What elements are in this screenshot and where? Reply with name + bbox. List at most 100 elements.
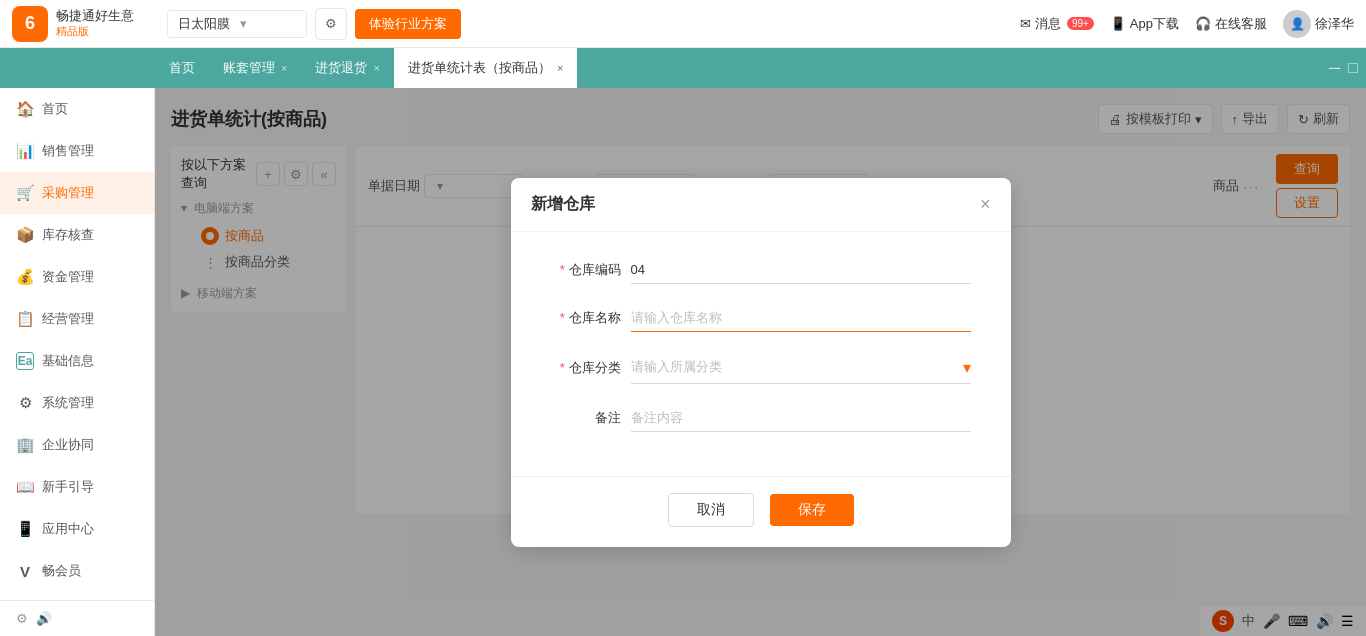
sidebar-item-app-center[interactable]: 📱 应用中心 <box>0 508 154 550</box>
tab-bar: 首页 账套管理 × 进货退货 × 进货单统计表（按商品） × ─ □ <box>0 48 1366 88</box>
name-required-star: * <box>560 310 565 325</box>
sidebar: 🏠 首页 📊 销售管理 🛒 采购管理 📦 库存核查 💰 资金管理 📋 经营管理 … <box>0 88 155 636</box>
logo-line2: 精品版 <box>56 24 134 39</box>
cancel-button[interactable]: 取消 <box>668 493 754 527</box>
logo-icon: 6 <box>12 6 48 42</box>
sidebar-purchase-label: 采购管理 <box>42 184 94 202</box>
sidebar-operations-label: 经营管理 <box>42 310 94 328</box>
sidebar-item-finance[interactable]: 💰 资金管理 <box>0 256 154 298</box>
tab-minimize-icon[interactable]: ─ <box>1329 59 1340 77</box>
form-row-category: * 仓库分类 请输入所属分类 ▾ <box>551 352 971 384</box>
modal-title: 新增仓库 <box>531 194 595 215</box>
form-row-code: * 仓库编码 <box>551 256 971 284</box>
modal-close-button[interactable]: × <box>980 194 991 215</box>
message-badge: 99+ <box>1067 17 1094 30</box>
sidebar-item-inventory[interactable]: 📦 库存核查 <box>0 214 154 256</box>
tab-purchase-stats[interactable]: 进货单统计表（按商品） × <box>394 48 577 88</box>
sidebar-bottom: ⚙ 🔊 <box>0 600 154 636</box>
header-right: ✉ 消息 99+ 📱 App下载 🎧 在线客服 👤 徐泽华 <box>1020 10 1354 38</box>
sidebar-inventory-label: 库存核查 <box>42 226 94 244</box>
logo-area: 6 畅捷通好生意 精品版 <box>12 6 167 42</box>
modal-overlay[interactable]: 新增仓库 × * 仓库编码 * <box>155 88 1366 636</box>
form-row-note: 备注 <box>551 404 971 432</box>
tab-purchase-return-label: 进货退货 <box>315 59 367 77</box>
save-button[interactable]: 保存 <box>770 494 854 526</box>
sidebar-sales-label: 销售管理 <box>42 142 94 160</box>
modal-header: 新增仓库 × <box>511 178 1011 232</box>
app-download-button[interactable]: 📱 App下载 <box>1110 15 1179 33</box>
tab-expand-icon[interactable]: □ <box>1348 59 1358 77</box>
sidebar-item-sales[interactable]: 📊 销售管理 <box>0 130 154 172</box>
tab-purchase-return-close[interactable]: × <box>373 62 379 74</box>
category-label: * 仓库分类 <box>551 359 631 377</box>
message-label: 消息 <box>1035 15 1061 33</box>
system-icon: ⚙ <box>16 394 34 412</box>
store-dropdown-icon: ▾ <box>240 16 296 31</box>
category-placeholder: 请输入所属分类 <box>631 358 722 376</box>
tab-account[interactable]: 账套管理 × <box>209 48 301 88</box>
home-icon: 🏠 <box>16 100 34 118</box>
purchase-icon: 🛒 <box>16 184 34 202</box>
sidebar-item-operations[interactable]: 📋 经营管理 <box>0 298 154 340</box>
category-select[interactable]: 请输入所属分类 ▾ <box>631 352 971 384</box>
sidebar-home-label: 首页 <box>42 100 68 118</box>
sidebar-enterprise-label: 企业协同 <box>42 436 94 454</box>
tab-account-close[interactable]: × <box>281 62 287 74</box>
sidebar-item-enterprise[interactable]: 🏢 企业协同 <box>0 424 154 466</box>
member-icon: V <box>16 562 34 580</box>
sales-icon: 📊 <box>16 142 34 160</box>
settings-gear-button[interactable]: ⚙ <box>315 8 347 40</box>
sidebar-sound-icon[interactable]: 🔊 <box>36 611 52 626</box>
tab-purchase-return[interactable]: 进货退货 × <box>301 48 393 88</box>
note-input[interactable] <box>631 404 971 432</box>
code-input[interactable] <box>631 256 971 284</box>
sidebar-finance-label: 资金管理 <box>42 268 94 286</box>
store-name: 日太阳膜 <box>178 15 234 33</box>
sidebar-guide-label: 新手引导 <box>42 478 94 496</box>
sidebar-item-home[interactable]: 🏠 首页 <box>0 88 154 130</box>
app-center-icon: 📱 <box>16 520 34 538</box>
modal-footer: 取消 保存 <box>511 476 1011 547</box>
note-label: 备注 <box>551 409 631 427</box>
trial-button[interactable]: 体验行业方案 <box>355 9 461 39</box>
code-required-star: * <box>560 262 565 277</box>
username-label: 徐泽华 <box>1315 15 1354 33</box>
modal-body: * 仓库编码 * 仓库名称 <box>511 232 1011 476</box>
sidebar-app-center-label: 应用中心 <box>42 520 94 538</box>
sidebar-item-guide[interactable]: 📖 新手引导 <box>0 466 154 508</box>
tab-bar-right: ─ □ <box>1329 59 1366 77</box>
sidebar-member-label: 畅会员 <box>42 562 81 580</box>
inventory-icon: 📦 <box>16 226 34 244</box>
operations-icon: 📋 <box>16 310 34 328</box>
tab-home[interactable]: 首页 <box>155 48 209 88</box>
code-label: * 仓库编码 <box>551 261 631 279</box>
category-required-star: * <box>560 360 565 375</box>
enterprise-icon: 🏢 <box>16 436 34 454</box>
main-layout: 🏠 首页 📊 销售管理 🛒 采购管理 📦 库存核查 💰 资金管理 📋 经营管理 … <box>0 88 1366 636</box>
tab-home-label: 首页 <box>169 59 195 77</box>
logo-text-area: 畅捷通好生意 精品版 <box>56 8 134 40</box>
form-row-name: * 仓库名称 <box>551 304 971 332</box>
tab-purchase-stats-close[interactable]: × <box>557 62 563 74</box>
name-label: * 仓库名称 <box>551 309 631 327</box>
sidebar-item-member[interactable]: V 畅会员 <box>0 550 154 592</box>
logo-line1: 畅捷通好生意 <box>56 8 134 25</box>
message-button[interactable]: ✉ 消息 99+ <box>1020 15 1094 33</box>
online-service-button[interactable]: 🎧 在线客服 <box>1195 15 1267 33</box>
sidebar-system-label: 系统管理 <box>42 394 94 412</box>
user-avatar: 👤 <box>1283 10 1311 38</box>
category-select-arrow: ▾ <box>963 358 971 377</box>
sidebar-item-basic-info[interactable]: Ea 基础信息 <box>0 340 154 382</box>
top-header: 6 畅捷通好生意 精品版 日太阳膜 ▾ ⚙ 体验行业方案 ✉ 消息 99+ 📱 … <box>0 0 1366 48</box>
sidebar-item-purchase[interactable]: 🛒 采购管理 <box>0 172 154 214</box>
sidebar-item-system[interactable]: ⚙ 系统管理 <box>0 382 154 424</box>
basic-info-icon: Ea <box>16 352 34 370</box>
user-area[interactable]: 👤 徐泽华 <box>1283 10 1354 38</box>
guide-icon: 📖 <box>16 478 34 496</box>
new-warehouse-modal: 新增仓库 × * 仓库编码 * <box>511 178 1011 547</box>
tab-purchase-stats-label: 进货单统计表（按商品） <box>408 59 551 77</box>
name-input[interactable] <box>631 304 971 332</box>
sidebar-settings-icon[interactable]: ⚙ <box>16 611 28 626</box>
store-selector[interactable]: 日太阳膜 ▾ <box>167 10 307 38</box>
message-icon: ✉ <box>1020 16 1031 31</box>
